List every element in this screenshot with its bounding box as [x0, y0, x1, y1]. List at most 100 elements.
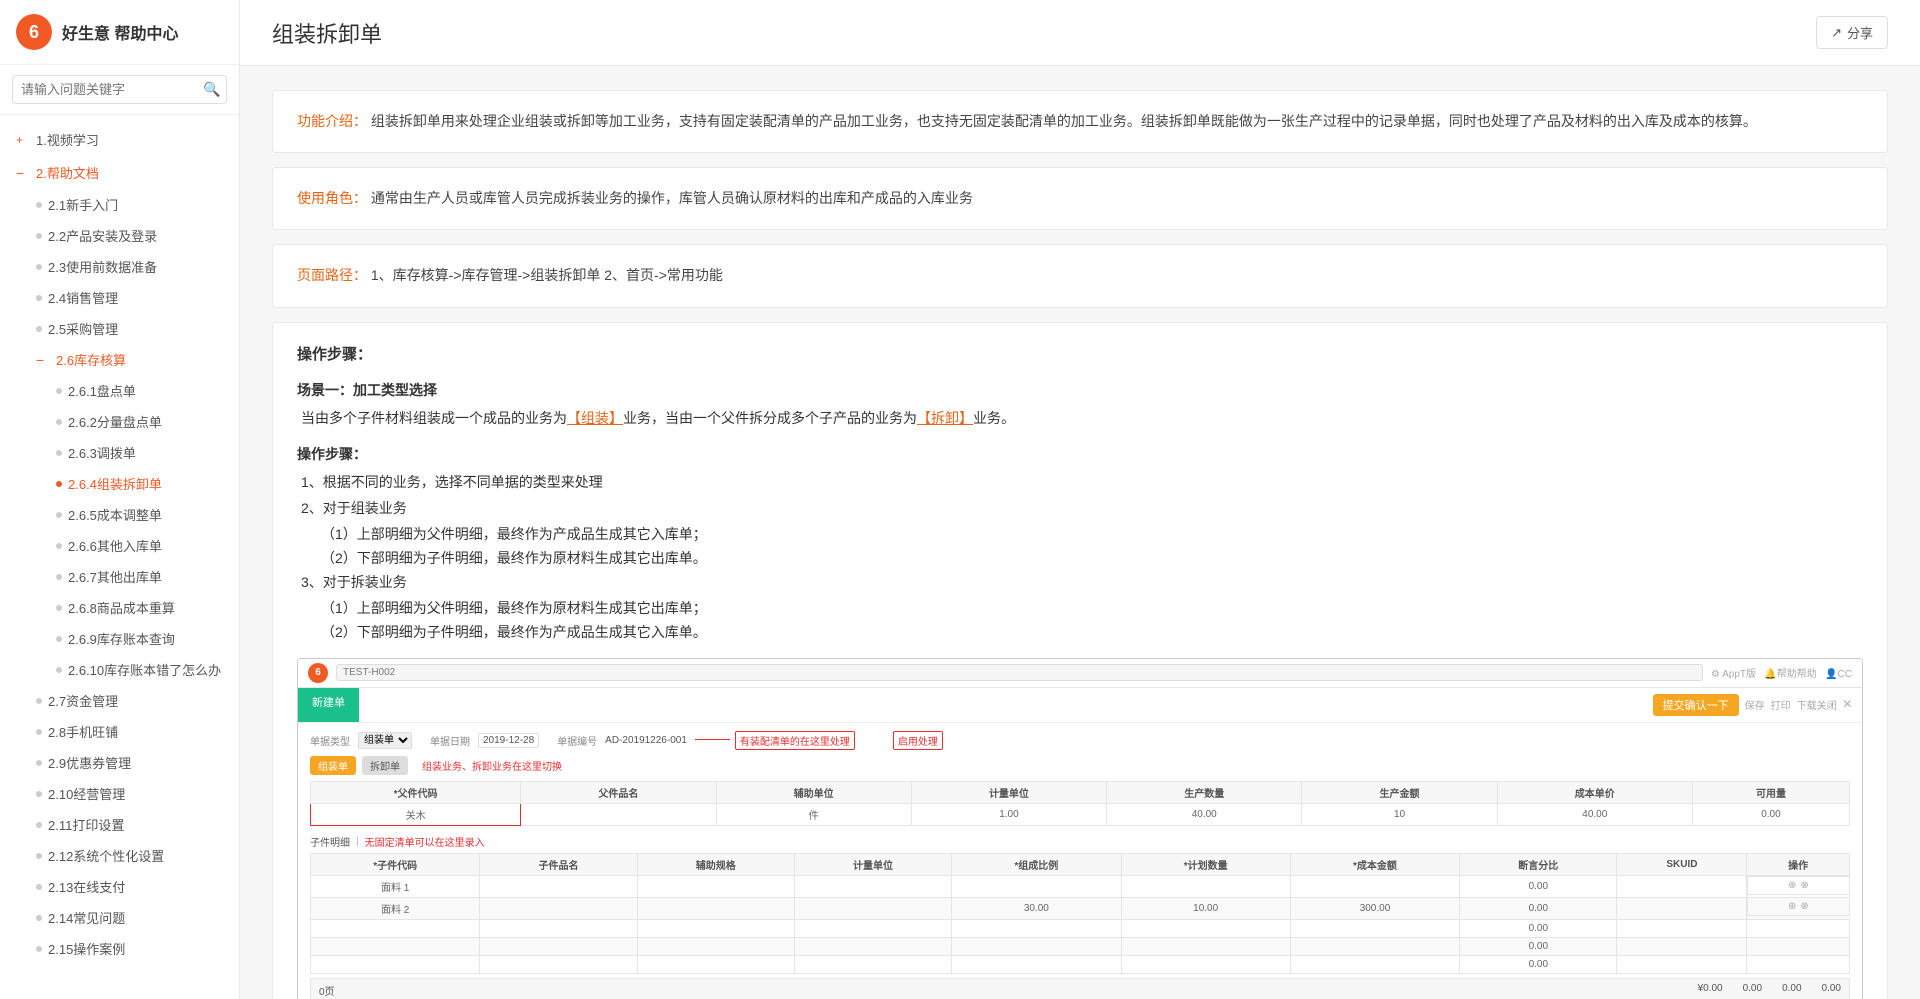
dot-icon	[56, 636, 62, 642]
mock-close-icon[interactable]: ×	[1843, 696, 1852, 714]
sidebar-item-cost-reset[interactable]: 2.6.8商品成本重算	[0, 592, 239, 623]
dot-icon	[36, 326, 42, 332]
dot-icon	[56, 543, 62, 549]
dot-icon	[36, 202, 42, 208]
mock-btn-submit[interactable]: 提交确认一下	[1653, 694, 1739, 716]
dot-icon	[36, 853, 42, 859]
sidebar-item-assembly[interactable]: 2.6.4组装拆卸单	[0, 468, 239, 499]
sidebar-item-custom[interactable]: 2.12系统个性化设置	[0, 840, 239, 871]
annotation1-arrow	[695, 739, 730, 740]
dot-icon	[56, 481, 62, 487]
sidebar-item-adjust[interactable]: 2.6.3调拨单	[0, 437, 239, 468]
annotation4-label: 无固定清单可以在这里录入	[365, 834, 485, 849]
mock-type-select[interactable]: 组装单 拆卸单	[358, 732, 412, 749]
annotation2-label: 组装业务、拆卸业务在这里切换	[422, 758, 562, 773]
nav-tree: + 1.视频学习 − 2.帮助文档 2.1新手入门 2.2产品安装及登录 2.3…	[0, 115, 239, 999]
main-area: 组装拆卸单 ↗ 分享 功能介绍： 组装拆卸单用来处理企业组装或拆卸等加工业务，支…	[240, 0, 1920, 999]
sidebar-item-book-error[interactable]: 2.6.10库存账本错了怎么办	[0, 654, 239, 685]
dot-icon	[56, 574, 62, 580]
annotation3-container: 启用处理	[893, 731, 943, 750]
dot-icon	[36, 946, 42, 952]
dot-icon	[56, 512, 62, 518]
row-copy-icon[interactable]: ⊕	[1788, 901, 1796, 912]
share-button[interactable]: ↗ 分享	[1816, 16, 1888, 49]
dot-icon	[56, 388, 62, 394]
sidebar-item-docs[interactable]: − 2.帮助文档	[0, 156, 239, 189]
sidebar-item-data-prep[interactable]: 2.3使用前数据准备	[0, 251, 239, 282]
sidebar-item-newbie[interactable]: 2.1新手入门	[0, 189, 239, 220]
minus-icon: −	[36, 352, 50, 368]
step2-sub1: （1）上部明细为父件明细，最终作为产成品生成其它入库单；	[297, 524, 1863, 544]
sidebar-item-inventory[interactable]: − 2.6库存核算	[0, 344, 239, 375]
search-input[interactable]	[21, 82, 197, 97]
mock-topbar: 6 TEST-H002 ⚙ AppT版 🔔帮助帮助 👤CC	[298, 659, 1862, 688]
scene1-section: 场景一：加工类型选择 当由多个子件材料组装成一个成品的业务为【组装】业务，当由一…	[297, 380, 1863, 428]
search-box[interactable]: 🔍	[12, 75, 227, 104]
sidebar-item-cost-adjust[interactable]: 2.6.5成本调整单	[0, 499, 239, 530]
sidebar-item-video[interactable]: + 1.视频学习	[0, 123, 239, 156]
annotation3-label: 启用处理	[893, 731, 943, 750]
mock-type-switch[interactable]: 组装单	[310, 756, 356, 775]
page-title: 组装拆卸单	[272, 17, 382, 49]
step3: 3、对于拆装业务	[297, 572, 1863, 592]
sidebar-item-online-pay[interactable]: 2.13在线支付	[0, 871, 239, 902]
sidebar-item-book-check[interactable]: 2.6.9库存账本查询	[0, 623, 239, 654]
sidebar-item-faq[interactable]: 2.14常见问题	[0, 902, 239, 933]
sidebar-item-sales[interactable]: 2.4销售管理	[0, 282, 239, 313]
mock-form-area: 单据类型 组装单 拆卸单 单据日期 2019-12-28 单据编号 AD-201…	[298, 723, 1862, 999]
path-card: 页面路径： 1、库存核算->库存管理->组装拆卸单 2、首页->常用功能	[272, 244, 1888, 307]
row-delete-icon[interactable]: ⊗	[1800, 880, 1808, 891]
mock-lower-table: *子件代码 子件品名 辅助规格 计量单位 *组成比例 *计划数量 *成本金额 断…	[310, 853, 1850, 974]
sidebar-item-partial-count[interactable]: 2.6.2分量盘点单	[0, 406, 239, 437]
mock-footer-row: 0页 ¥0.00 0.00 0.00 0.00	[310, 978, 1850, 999]
table-row: 关木 件 1.00 40.00 10 40.00 0.00	[311, 803, 1850, 825]
dot-icon	[36, 822, 42, 828]
sidebar-item-finance[interactable]: 2.7资金管理	[0, 685, 239, 716]
screenshot-container: 6 TEST-H002 ⚙ AppT版 🔔帮助帮助 👤CC 新建单	[297, 658, 1863, 999]
mock-nav: 新建单 提交确认一下 保存 打印 下载关闭 ×	[298, 688, 1862, 723]
table-row: 面料 2 30.00 10.00 300.00 0.00	[311, 897, 1850, 919]
scene1-desc: 当由多个子件材料组装成一个成品的业务为【组装】业务，当由一个父件拆分成多个子产品…	[297, 408, 1863, 428]
logo-text: 好生意 帮助中心	[62, 20, 178, 44]
dot-icon	[36, 698, 42, 704]
step3-sub2: （2）下部明细为子件明细，最终作为产成品生成其它入库单。	[297, 622, 1863, 642]
mock-type-switch2[interactable]: 拆卸单	[362, 756, 408, 775]
sidebar: 6 好生意 帮助中心 🔍 + 1.视频学习 − 2.帮助文档 2.1新手入门 2…	[0, 0, 240, 999]
sidebar-item-other-in[interactable]: 2.6.6其他入库单	[0, 530, 239, 561]
mock-logo: 6	[308, 663, 328, 683]
sidebar-item-purchase[interactable]: 2.5采购管理	[0, 313, 239, 344]
dot-icon	[36, 791, 42, 797]
dot-icon	[56, 667, 62, 673]
table-row: 0.00	[311, 955, 1850, 973]
search-icon: 🔍	[203, 81, 220, 98]
step2: 2、对于组装业务	[297, 498, 1863, 518]
mock-tab-new[interactable]: 新建单	[298, 688, 359, 722]
mock-form-row1: 单据类型 组装单 拆卸单 单据日期 2019-12-28 单据编号 AD-201…	[310, 731, 1850, 750]
dot-icon	[36, 884, 42, 890]
step3-sub1: （1）上部明细为父件明细，最终作为原材料生成其它出库单；	[297, 598, 1863, 618]
scene1-title: 场景一：加工类型选择	[297, 380, 1863, 400]
table-row: 0.00	[311, 919, 1850, 937]
dot-icon	[36, 915, 42, 921]
intro-card: 功能介绍： 组装拆卸单用来处理企业组装或拆卸等加工业务，支持有固定装配清单的产品…	[272, 90, 1888, 153]
steps-section: 操作步骤： 场景一：加工类型选择 当由多个子件材料组装成一个成品的业务为【组装】…	[272, 322, 1888, 999]
sidebar-item-coupon[interactable]: 2.9优惠券管理	[0, 747, 239, 778]
sidebar-item-cases[interactable]: 2.15操作案例	[0, 933, 239, 964]
minus-icon: −	[16, 165, 30, 181]
sidebar-item-print[interactable]: 2.11打印设置	[0, 809, 239, 840]
sidebar-item-mobile[interactable]: 2.8手机旺铺	[0, 716, 239, 747]
dot-icon	[56, 450, 62, 456]
ops-steps-title: 操作步骤：	[297, 444, 1863, 464]
sidebar-item-count[interactable]: 2.6.1盘点单	[0, 375, 239, 406]
row-copy-icon[interactable]: ⊕	[1788, 880, 1796, 891]
sidebar-item-ops[interactable]: 2.10经营管理	[0, 778, 239, 809]
sidebar-item-install[interactable]: 2.2产品安装及登录	[0, 220, 239, 251]
sidebar-item-other-out[interactable]: 2.6.7其他出库单	[0, 561, 239, 592]
step1: 1、根据不同的业务，选择不同单据的类型来处理	[297, 472, 1863, 492]
mock-submit-area: 提交确认一下 保存 打印 下载关闭 ×	[1643, 688, 1862, 722]
ops-title: 操作步骤：	[297, 343, 1863, 364]
main-header: 组装拆卸单 ↗ 分享	[240, 0, 1920, 66]
logo-icon: 6	[16, 14, 52, 50]
row-delete-icon[interactable]: ⊗	[1800, 901, 1808, 912]
search-area: 🔍	[0, 65, 239, 115]
